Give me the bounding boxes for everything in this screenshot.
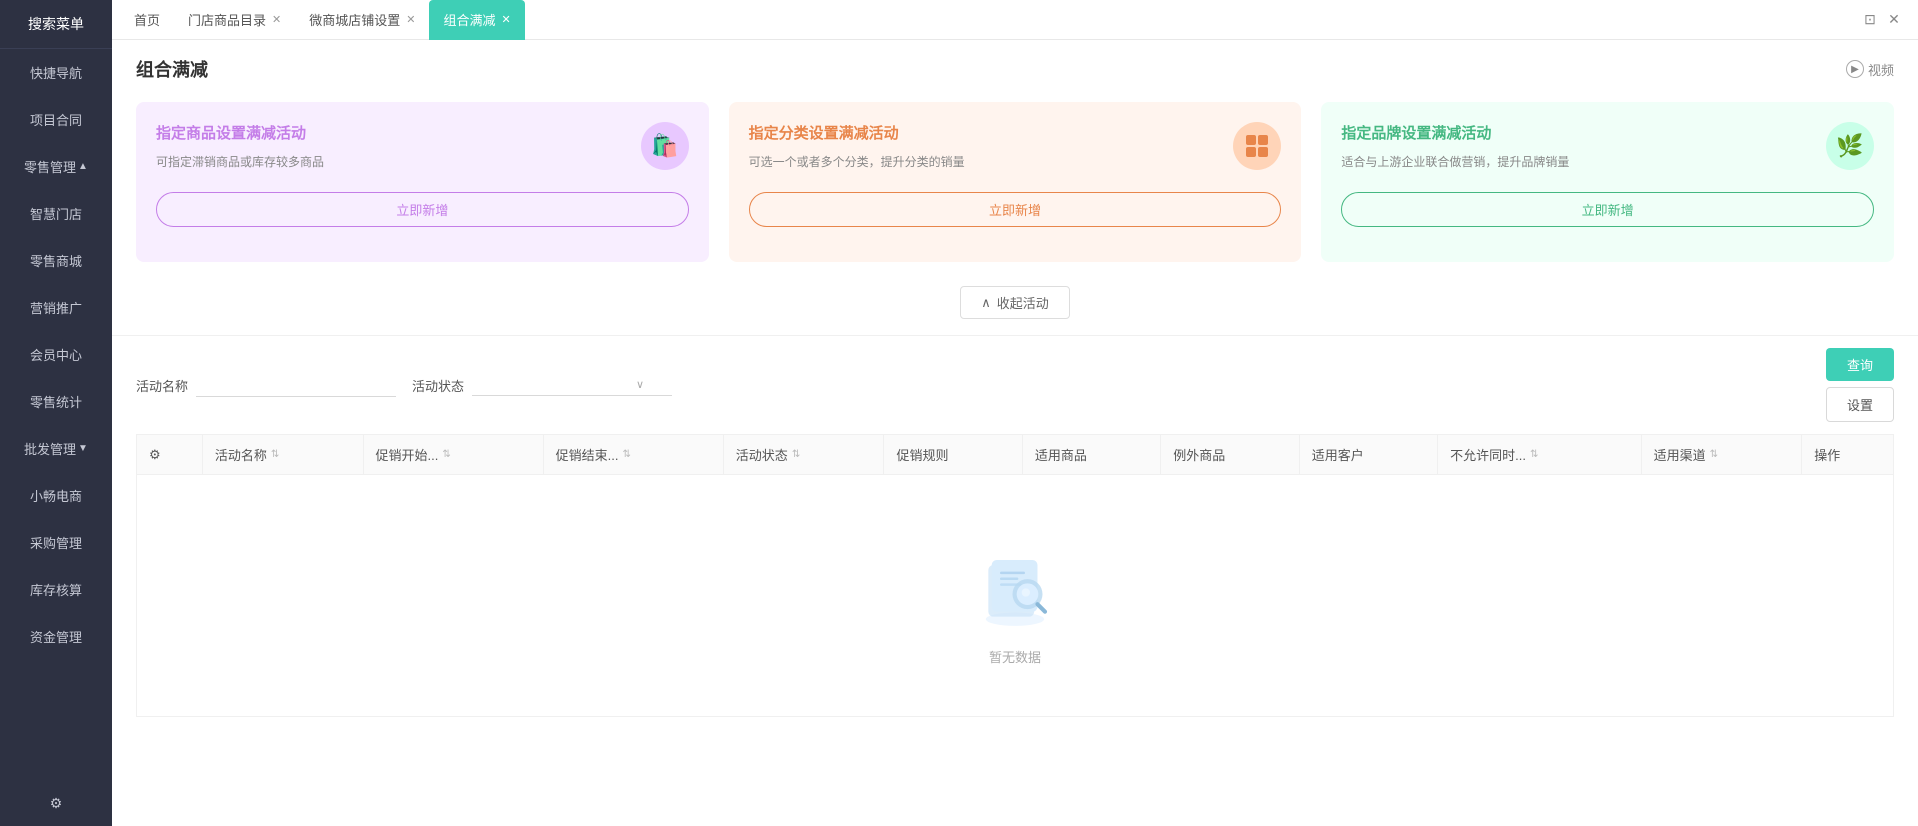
chevron-down-icon: ▼ (78, 443, 88, 454)
sidebar: 搜索菜单 快捷导航 项目合同 零售管理 ▲ 智慧门店 零售商城 营销推广 会员中… (0, 0, 112, 826)
empty-illustration (965, 545, 1065, 635)
grid-icon (1246, 135, 1268, 157)
main-area: 首页 门店商品目录 ✕ 微商城店铺设置 ✕ 组合满减 ✕ ⊡ ✕ 组合满减 ▶ … (112, 0, 1918, 826)
table-header-products: 适用商品 (1022, 435, 1160, 475)
table-header-end[interactable]: 促销结束... ⇅ (543, 435, 723, 475)
table-header-no-combine[interactable]: 不允许同时... ⇅ (1438, 435, 1641, 475)
table-header-start[interactable]: 促销开始... ⇅ (363, 435, 543, 475)
sidebar-item-ecommerce[interactable]: 小畅电商 (0, 472, 112, 519)
table-header-customers: 适用客户 (1299, 435, 1437, 475)
tab-bar: 首页 门店商品目录 ✕ 微商城店铺设置 ✕ 组合满减 ✕ ⊡ ✕ (112, 0, 1918, 40)
filter-row: 活动名称 活动状态 ∨ 查询 设置 (112, 335, 1918, 434)
sidebar-item-wholesale[interactable]: 批发管理 ▼ (0, 425, 112, 472)
card-brand-add-button[interactable]: 立即新增 (1341, 192, 1874, 227)
tab-wechat-store[interactable]: 微商城店铺设置 ✕ (295, 0, 429, 40)
card-brand: 指定品牌设置满减活动 适合与上游企业联合做营销，提升品牌销量 🌿 立即新增 (1321, 102, 1894, 262)
video-icon: ▶ (1846, 60, 1864, 78)
sidebar-settings-button[interactable]: ⚙ (0, 781, 112, 826)
activity-status-select[interactable]: ∨ (472, 374, 672, 396)
window-controls: ⊡ ✕ (1862, 12, 1910, 28)
chevron-up-icon: ▲ (78, 161, 88, 172)
table-header-channel[interactable]: 适用渠道 ⇅ (1641, 435, 1802, 475)
card-product-icon: 🛍️ (641, 122, 689, 170)
tab-home[interactable]: 首页 (120, 0, 174, 40)
chevron-up-icon: ∧ (981, 295, 991, 311)
empty-state: 暂无数据 (149, 485, 1881, 706)
collapse-bar: ∧ 收起活动 (112, 278, 1918, 335)
activity-table: ⚙ 活动名称 ⇅ 促销开始... ⇅ (136, 434, 1894, 717)
sort-icon: ⇅ (271, 449, 279, 460)
table-header-status[interactable]: 活动状态 ⇅ (723, 435, 884, 475)
close-button[interactable]: ✕ (1886, 12, 1902, 28)
filter-activity-status: 活动状态 ∨ (412, 374, 672, 396)
sort-icon: ⇅ (442, 449, 450, 460)
leaf-icon: 🌿 (1836, 133, 1863, 159)
settings-icon: ⚙ (149, 447, 161, 462)
sidebar-item-finance[interactable]: 资金管理 (0, 613, 112, 660)
card-brand-desc: 适合与上游企业联合做营销，提升品牌销量 (1341, 153, 1874, 172)
activity-cards: 指定商品设置满减活动 可指定滞销商品或库存较多商品 🛍️ 立即新增 指定分类设置… (112, 94, 1918, 278)
sidebar-item-inventory[interactable]: 库存核算 (0, 566, 112, 613)
card-category-title: 指定分类设置满减活动 (749, 122, 1282, 143)
page-content: 组合满减 ▶ 视频 指定商品设置满减活动 可指定滞销商品或库存较多商品 🛍️ 立… (112, 40, 1918, 826)
sidebar-search[interactable]: 搜索菜单 (0, 0, 112, 49)
page-header: 组合满减 ▶ 视频 (112, 40, 1918, 94)
sort-icon: ⇅ (1530, 449, 1538, 460)
tab-combo-discount[interactable]: 组合满减 ✕ (429, 0, 524, 40)
bag-icon: 🛍️ (651, 133, 678, 159)
table-header-exceptions: 例外商品 (1161, 435, 1299, 475)
query-button[interactable]: 查询 (1826, 348, 1894, 381)
table-header-action: 操作 (1802, 435, 1894, 475)
filter-activity-name: 活动名称 (136, 373, 396, 397)
card-brand-icon: 🌿 (1826, 122, 1874, 170)
sort-icon: ⇅ (623, 449, 631, 460)
card-product-add-button[interactable]: 立即新增 (156, 192, 689, 227)
video-link[interactable]: ▶ 视频 (1846, 60, 1894, 79)
activity-name-label: 活动名称 (136, 376, 188, 395)
sidebar-item-purchase[interactable]: 采购管理 (0, 519, 112, 566)
sort-icon: ⇅ (792, 449, 800, 460)
card-product: 指定商品设置满减活动 可指定滞销商品或库存较多商品 🛍️ 立即新增 (136, 102, 709, 262)
table-wrap: ⚙ 活动名称 ⇅ 促销开始... ⇅ (112, 434, 1918, 717)
close-icon[interactable]: ✕ (502, 13, 511, 26)
sidebar-item-marketing[interactable]: 营销推广 (0, 284, 112, 331)
close-icon[interactable]: ✕ (272, 13, 281, 26)
close-icon[interactable]: ✕ (406, 13, 415, 26)
sidebar-item-retail[interactable]: 零售管理 ▲ (0, 143, 112, 190)
table-header-rule: 促销规则 (884, 435, 1022, 475)
card-category-desc: 可选一个或者多个分类，提升分类的销量 (749, 153, 1282, 172)
sidebar-item-retailstats[interactable]: 零售统计 (0, 378, 112, 425)
empty-state-cell: 暂无数据 (137, 475, 1894, 717)
card-product-desc: 可指定滞销商品或库存较多商品 (156, 153, 689, 172)
settings-button[interactable]: 设置 (1826, 387, 1894, 422)
sidebar-item-retailmall[interactable]: 零售商城 (0, 237, 112, 284)
dropdown-chevron-icon: ∨ (636, 378, 644, 391)
activity-name-input[interactable] (196, 373, 396, 397)
page-title: 组合满减 (136, 56, 208, 82)
tab-store-catalog[interactable]: 门店商品目录 ✕ (174, 0, 295, 40)
activity-status-label: 活动状态 (412, 376, 464, 395)
card-category-add-button[interactable]: 立即新增 (749, 192, 1282, 227)
card-category-icon (1233, 122, 1281, 170)
filter-buttons: 查询 设置 (1826, 348, 1894, 422)
collapse-button[interactable]: ∧ 收起活动 (960, 286, 1070, 319)
card-category: 指定分类设置满减活动 可选一个或者多个分类，提升分类的销量 立即新增 (729, 102, 1302, 262)
table-header-settings[interactable]: ⚙ (137, 435, 203, 475)
empty-text: 暂无数据 (989, 647, 1041, 666)
card-brand-title: 指定品牌设置满减活动 (1341, 122, 1874, 143)
sidebar-item-membership[interactable]: 会员中心 (0, 331, 112, 378)
sort-icon: ⇅ (1710, 449, 1718, 460)
card-product-title: 指定商品设置满减活动 (156, 122, 689, 143)
gear-icon: ⚙ (50, 795, 63, 811)
sidebar-item-quicknav[interactable]: 快捷导航 (0, 49, 112, 96)
maximize-button[interactable]: ⊡ (1862, 12, 1878, 28)
sidebar-item-smartstore[interactable]: 智慧门店 (0, 190, 112, 237)
table-header-name[interactable]: 活动名称 ⇅ (202, 435, 363, 475)
sidebar-item-contracts[interactable]: 项目合同 (0, 96, 112, 143)
